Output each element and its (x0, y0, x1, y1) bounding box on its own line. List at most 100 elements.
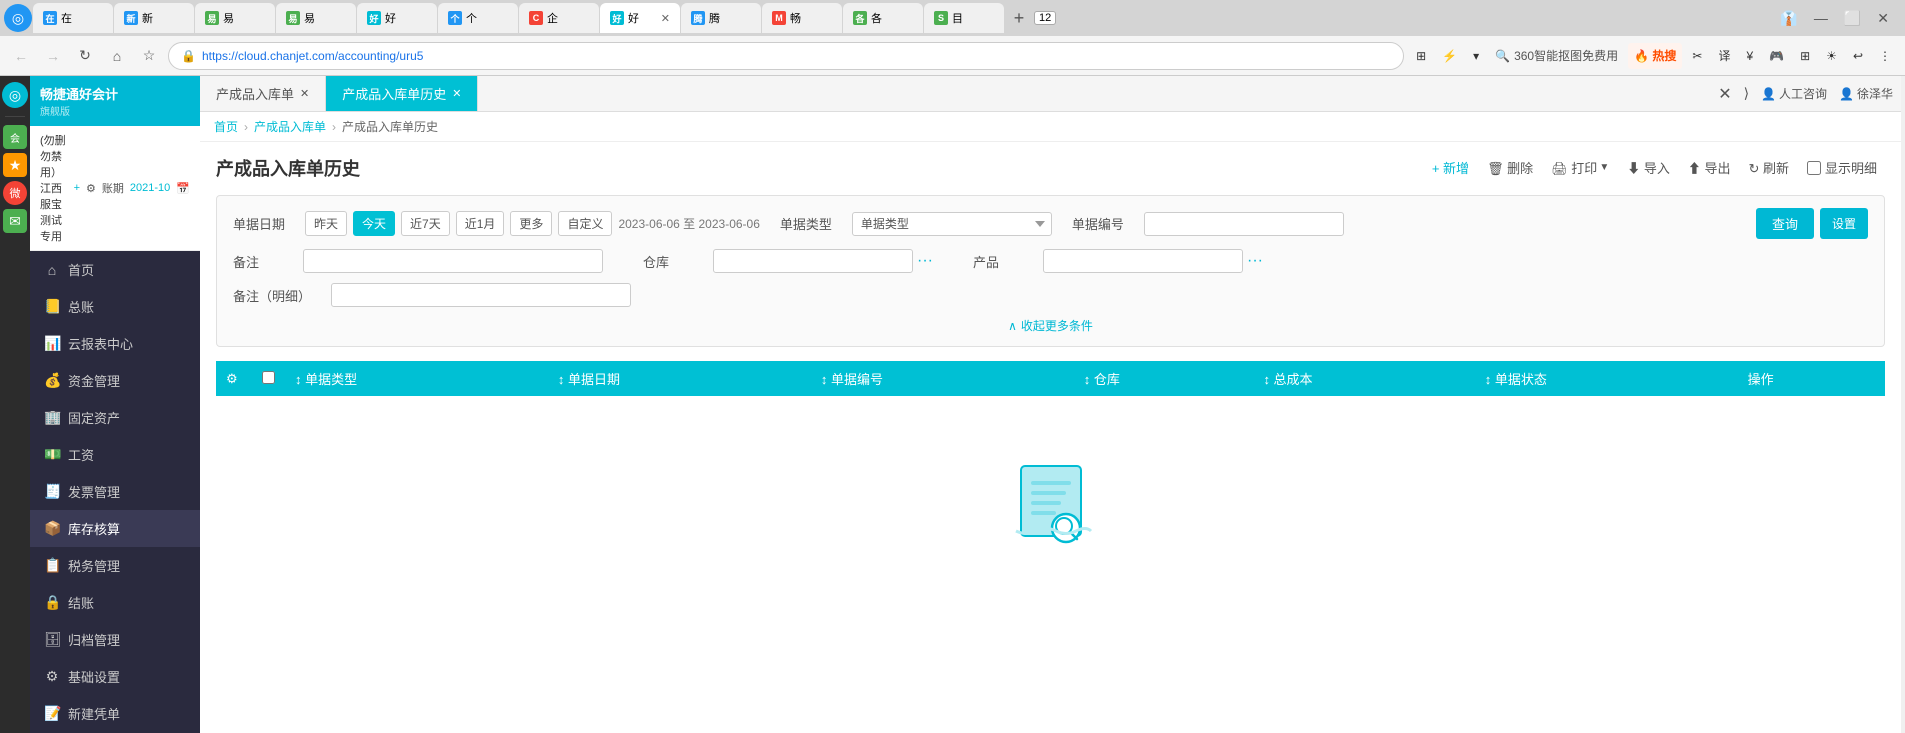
product-dots[interactable]: ··· (1247, 252, 1263, 270)
table-col-checkbox[interactable] (252, 361, 285, 396)
tab-5[interactable]: 好 好 (357, 3, 437, 33)
breadcrumb-home[interactable]: 首页 (214, 118, 238, 135)
tab-inventory-history-close[interactable]: ✕ (452, 87, 461, 100)
import-button[interactable]: ⬇ 导入 (1619, 154, 1678, 181)
sidebar-item-ledger[interactable]: 📒 总账 (30, 288, 200, 325)
date-btn-7days[interactable]: 近7天 (401, 211, 450, 236)
sidebar-item-invoice[interactable]: 🧾 发票管理 (30, 473, 200, 510)
table-col-settings[interactable]: ⚙ (216, 361, 252, 396)
close-panel-button[interactable]: ✕ (1718, 84, 1731, 104)
sidebar-item-payroll[interactable]: 💵 工资 (30, 436, 200, 473)
tab-10[interactable]: M 畅 (762, 3, 842, 33)
tab-7[interactable]: C 企 (519, 3, 599, 33)
table-select-all-checkbox[interactable] (262, 371, 275, 384)
tab-counter[interactable]: 12 (1034, 11, 1056, 25)
window-minimize-button[interactable]: — (1810, 8, 1832, 28)
warehouse-input[interactable] (713, 249, 913, 273)
scissors-icon-btn[interactable]: ✂ (1686, 43, 1708, 69)
sidebar-item-reports[interactable]: 📊 云报表中心 (30, 325, 200, 362)
note-detail-input[interactable] (331, 283, 631, 307)
tab-9[interactable]: 腾 腾 (681, 3, 761, 33)
tab-inventory-list[interactable]: 产成品入库单 ✕ (200, 76, 326, 111)
translate-icon-btn[interactable]: 译 (1712, 43, 1736, 69)
warehouse-dots[interactable]: ··· (917, 252, 933, 270)
more-btn[interactable]: ⋮ (1873, 43, 1897, 69)
new-tab-button[interactable]: + (1005, 4, 1033, 32)
date-btn-today[interactable]: 今天 (353, 211, 395, 236)
table-settings-icon[interactable]: ⚙ (226, 371, 238, 386)
tab-12[interactable]: S 目 (924, 3, 1004, 33)
tab-close-8[interactable]: ✕ (661, 12, 670, 25)
calendar-icon[interactable]: 📅 (176, 182, 190, 195)
refresh-button[interactable]: ↻ (72, 43, 98, 69)
lightning-icon-btn[interactable]: ⚡ (1436, 43, 1463, 69)
grid-icon-btn[interactable]: ⊞ (1410, 43, 1432, 69)
product-input[interactable] (1043, 249, 1243, 273)
tab-1[interactable]: 在 在 (33, 3, 113, 33)
tab-11[interactable]: 各 各 (843, 3, 923, 33)
period-value[interactable]: 2021-10 (130, 182, 170, 194)
tab-4[interactable]: 易 易 (276, 3, 356, 33)
dropdown-btn[interactable]: ▾ (1467, 43, 1485, 69)
date-btn-yesterday[interactable]: 昨天 (305, 211, 347, 236)
bookmark-button[interactable]: ☆ (136, 43, 162, 69)
sidebar-item-funds[interactable]: 💰 资金管理 (30, 362, 200, 399)
back-button[interactable]: ← (8, 43, 34, 69)
add-company-btn[interactable]: + (74, 182, 80, 194)
search-bar[interactable]: 🔍 360智能抠图免费用 (1489, 43, 1624, 69)
collapse-filter-button[interactable]: ∧ 收起更多条件 (233, 317, 1868, 334)
table-col-doc-date[interactable]: ↕ 单据日期 (548, 361, 811, 396)
sidebar-item-settings[interactable]: ⚙ 基础设置 (30, 658, 200, 695)
sidebar-item-assets[interactable]: 🏢 固定资产 (30, 399, 200, 436)
table-col-doc-status[interactable]: ↕ 单据状态 (1475, 361, 1738, 396)
undo-icon-btn[interactable]: ↩ (1847, 43, 1869, 69)
refresh-page-button[interactable]: ↻ 刷新 (1740, 154, 1797, 181)
show-cols-checkbox[interactable] (1807, 161, 1821, 175)
date-btn-more[interactable]: 更多 (510, 211, 552, 236)
sidebar-item-home[interactable]: ⌂ 首页 (30, 251, 200, 288)
note-input[interactable] (303, 249, 603, 273)
date-btn-custom[interactable]: 自定义 (558, 211, 612, 236)
table-col-doc-type[interactable]: ↕ 单据类型 (285, 361, 548, 396)
window-close-button[interactable]: ✕ (1873, 8, 1893, 29)
home-button[interactable]: ⌂ (104, 43, 130, 69)
user-avatar[interactable]: 👤 徐泽华 (1839, 85, 1893, 102)
delete-button[interactable]: 🗑 删除 (1479, 154, 1541, 181)
apps-icon-btn[interactable]: ⊞ (1794, 43, 1816, 69)
forward-button[interactable]: → (40, 43, 66, 69)
app-icon-weibo[interactable]: 微 (3, 181, 27, 205)
game-icon-btn[interactable]: 🎮 (1763, 43, 1790, 69)
app-icon-main[interactable]: ◎ (2, 82, 28, 108)
tab-3[interactable]: 易 易 (195, 3, 275, 33)
print-button[interactable]: 🖨 打印 ▼ (1543, 154, 1617, 181)
query-button[interactable]: 查询 (1756, 208, 1814, 239)
sidebar-item-closing[interactable]: 🔒 结账 (30, 584, 200, 621)
show-cols-toggle[interactable]: 显示明细 (1799, 154, 1885, 181)
print-dropdown-icon[interactable]: ▼ (1599, 162, 1609, 173)
app-icon-accounting[interactable]: 会 (3, 125, 27, 149)
sidebar-item-archive[interactable]: 🗄 归档管理 (30, 621, 200, 658)
tab-8[interactable]: 好 好 ✕ (600, 3, 680, 33)
table-col-total-cost[interactable]: ↕ 总成本 (1253, 361, 1474, 396)
sun-icon-btn[interactable]: ☀ (1820, 43, 1843, 69)
table-col-warehouse[interactable]: ↕ 仓库 (1074, 361, 1254, 396)
tab-inventory-list-close[interactable]: ✕ (300, 87, 309, 100)
tab-inventory-history[interactable]: 产成品入库单历史 ✕ (326, 76, 478, 111)
sidebar-item-newitem[interactable]: 📝 新建凭单 (30, 695, 200, 732)
add-button[interactable]: + 新增 (1424, 154, 1477, 181)
address-input[interactable]: 🔒 https://cloud.chanjet.com/accounting/u… (168, 42, 1404, 70)
export-button[interactable]: ⬆ 导出 (1680, 154, 1739, 181)
window-restore-button[interactable]: ⬜ (1840, 8, 1865, 29)
settings-icon[interactable]: ⚙ (86, 182, 96, 195)
sidebar-item-inventory[interactable]: 📦 库存核算 (30, 510, 200, 547)
tab-6[interactable]: 个 个 (438, 3, 518, 33)
app-icon-mail[interactable]: ✉ (3, 209, 27, 233)
app-icon-star[interactable]: ★ (3, 153, 27, 177)
sidebar-item-tax[interactable]: 📋 税务管理 (30, 547, 200, 584)
hot-search-btn[interactable]: 🔥 热搜 (1628, 43, 1682, 69)
tab-2[interactable]: 新 新 (114, 3, 194, 33)
filter-settings-button[interactable]: 设置 (1820, 208, 1868, 239)
consult-btn[interactable]: 👤 人工咨询 (1761, 85, 1827, 102)
tab-compass[interactable]: ◎ (4, 4, 32, 32)
date-btn-1month[interactable]: 近1月 (456, 211, 505, 236)
